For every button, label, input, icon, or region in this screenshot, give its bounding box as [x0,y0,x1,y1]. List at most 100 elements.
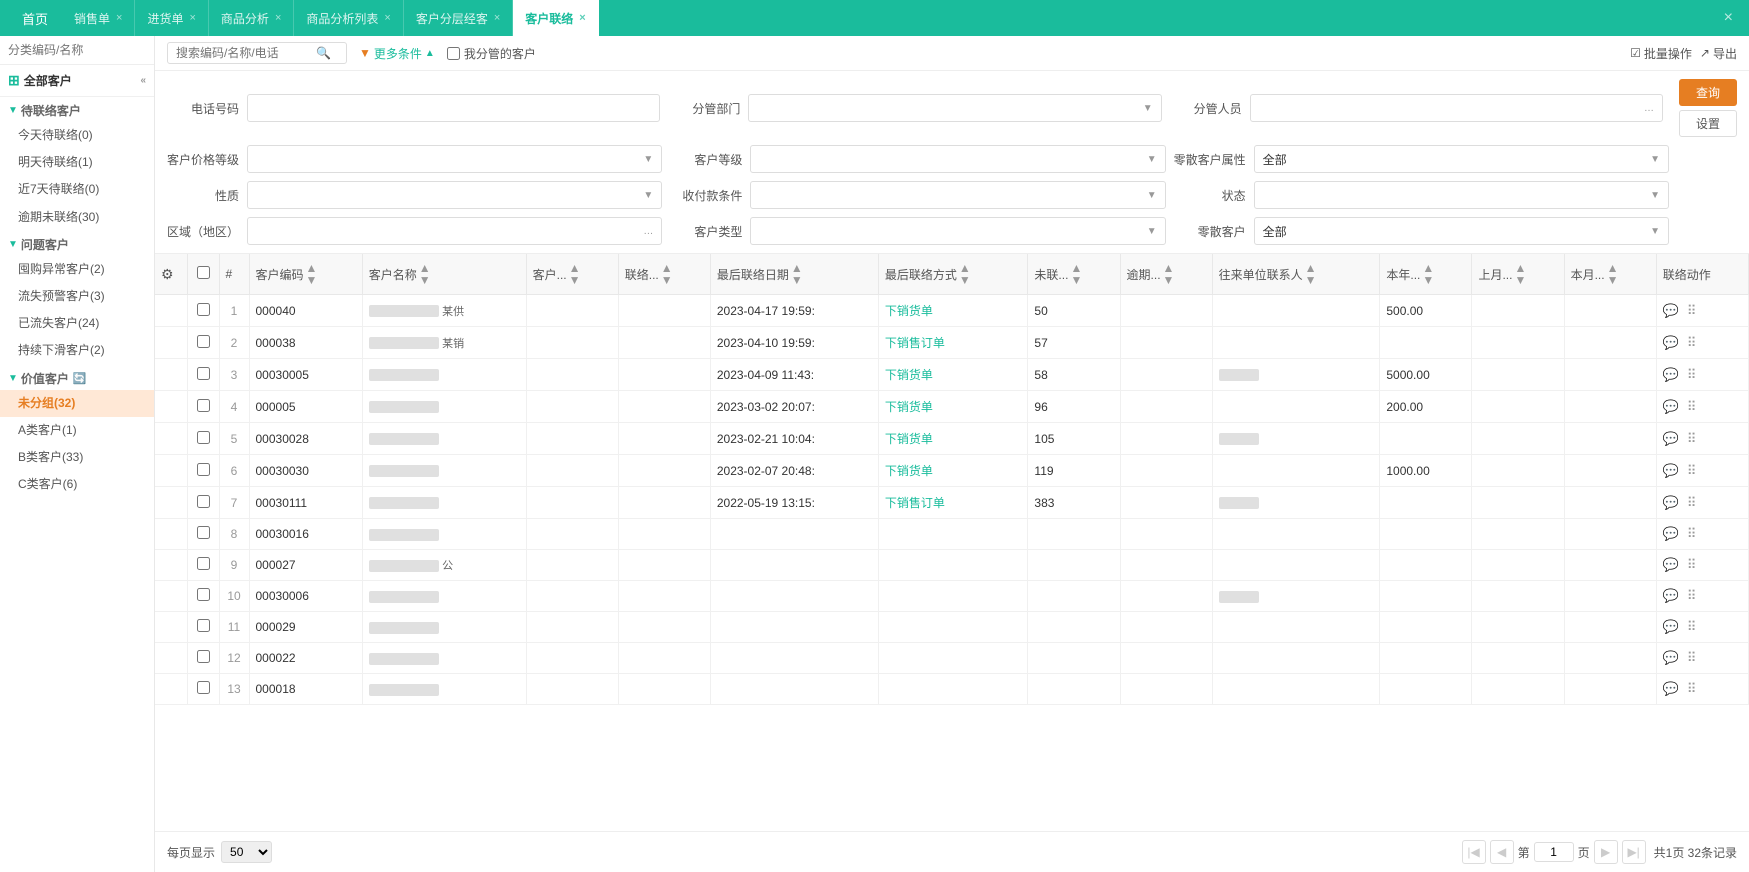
payment-select[interactable]: ▼ [750,181,1165,209]
phone-input[interactable] [247,94,660,122]
close-customer-tier-tab[interactable]: × [494,12,500,24]
action-chat-icon[interactable]: 💬 [1663,681,1679,697]
row-checkbox[interactable] [197,557,210,570]
action-chat-icon[interactable]: 💬 [1663,463,1679,479]
action-more-icon[interactable]: ⠿ [1687,681,1697,697]
action-chat-icon[interactable]: 💬 [1663,526,1679,542]
pending-contact-section[interactable]: ▼ 待联络客户 [0,97,154,122]
sidebar-item-churned[interactable]: 已流失客户(24) [0,310,154,337]
query-button[interactable]: 查询 [1679,79,1737,106]
th-unit-contact[interactable]: 往来单位联系人 ▲▼ [1212,254,1380,295]
sidebar-item-7days[interactable]: 近7天待联络(0) [0,176,154,203]
retail-attr-select[interactable]: 全部 ▼ [1254,145,1669,173]
contact-way-link[interactable]: 下销售订单 [885,336,945,350]
close-product-analysis-tab[interactable]: × [275,12,281,24]
close-product-analysis-list-tab[interactable]: × [384,12,390,24]
row-checkbox[interactable] [197,619,210,632]
action-more-icon[interactable]: ⠿ [1687,367,1697,383]
action-more-icon[interactable]: ⠿ [1687,526,1697,542]
region-select[interactable]: … [247,217,662,245]
th-code[interactable]: 客户编码 ▲▼ [249,254,362,295]
contact-way-link[interactable]: 下销售订单 [885,496,945,510]
more-conditions-btn[interactable]: ▼ 更多条件 ▲ [359,45,435,62]
row-checkbox[interactable] [197,399,210,412]
sidebar-item-ungroup[interactable]: 未分组(32) [0,390,154,417]
contact-way-link[interactable]: 下销货单 [885,368,933,382]
sidebar-item-today[interactable]: 今天待联络(0) [0,122,154,149]
reset-button[interactable]: 设置 [1679,110,1737,137]
row-checkbox[interactable] [197,495,210,508]
sidebar-item-declining[interactable]: 持续下滑客户(2) [0,337,154,364]
row-checkbox[interactable] [197,303,210,316]
action-chat-icon[interactable]: 💬 [1663,619,1679,635]
settings-icon[interactable]: ⚙ [161,266,174,282]
row-checkbox[interactable] [197,588,210,601]
action-more-icon[interactable]: ⠿ [1687,335,1697,351]
customer-grade-select[interactable]: ▼ [750,145,1165,173]
th-this-year[interactable]: 本年... ▲▼ [1380,254,1472,295]
action-more-icon[interactable]: ⠿ [1687,557,1697,573]
action-more-icon[interactable]: ⠿ [1687,431,1697,447]
search-input[interactable] [176,46,316,60]
row-checkbox[interactable] [197,463,210,476]
row-checkbox[interactable] [197,431,210,444]
search-icon[interactable]: 🔍 [316,46,331,60]
close-purchase-tab[interactable]: × [189,12,195,24]
tab-customer-contact[interactable]: 客户联络 × [513,0,598,36]
th-overdue[interactable]: 逾期... ▲▼ [1120,254,1212,295]
export-btn[interactable]: ↗ 导出 [1700,45,1737,62]
all-customers-header[interactable]: ⊞ 全部客户 « [0,65,154,97]
action-more-icon[interactable]: ⠿ [1687,303,1697,319]
problem-customers-section[interactable]: ▼ 问题客户 [0,231,154,256]
th-type[interactable]: 客户... ▲▼ [526,254,618,295]
action-chat-icon[interactable]: 💬 [1663,335,1679,351]
row-checkbox[interactable] [197,526,210,539]
action-more-icon[interactable]: ⠿ [1687,495,1697,511]
tab-product-analysis[interactable]: 商品分析 × [209,0,294,36]
sidebar-item-churn-warning[interactable]: 流失预警客户(3) [0,283,154,310]
contact-way-link[interactable]: 下销货单 [885,304,933,318]
sidebar-item-classC[interactable]: C类客户(6) [0,471,154,498]
action-more-icon[interactable]: ⠿ [1687,619,1697,635]
row-checkbox[interactable] [197,650,210,663]
status-select[interactable]: ▼ [1254,181,1669,209]
tab-sales[interactable]: 销售单 × [62,0,135,36]
close-sales-tab[interactable]: × [116,12,122,24]
sidebar-item-overdue[interactable]: 逾期未联络(30) [0,204,154,231]
action-more-icon[interactable]: ⠿ [1687,463,1697,479]
th-this-month[interactable]: 本月... ▲▼ [1564,254,1656,295]
action-more-icon[interactable]: ⠿ [1687,399,1697,415]
price-grade-select[interactable]: ▼ [247,145,662,173]
my-customers-checkbox[interactable]: 我分管的客户 [447,45,536,62]
select-all-checkbox[interactable] [197,266,210,279]
next-page-btn[interactable]: ▶ [1594,840,1618,864]
action-more-icon[interactable]: ⠿ [1687,588,1697,604]
close-all-tabs[interactable]: × [1716,9,1741,27]
th-name[interactable]: 客户名称 ▲▼ [362,254,526,295]
sidebar-item-abnormal[interactable]: 囤购异常客户(2) [0,256,154,283]
th-contact[interactable]: 联络... ▲▼ [618,254,710,295]
action-chat-icon[interactable]: 💬 [1663,557,1679,573]
contact-way-link[interactable]: 下销货单 [885,464,933,478]
first-page-btn[interactable]: |◀ [1462,840,1486,864]
value-customers-section[interactable]: ▼ 价值客户 🔄 [0,365,154,390]
action-chat-icon[interactable]: 💬 [1663,495,1679,511]
action-chat-icon[interactable]: 💬 [1663,431,1679,447]
tab-purchase[interactable]: 进货单 × [135,0,208,36]
customer-type-select[interactable]: ▼ [750,217,1165,245]
dept-select[interactable]: ▼ [748,94,1161,122]
action-chat-icon[interactable]: 💬 [1663,588,1679,604]
row-checkbox[interactable] [197,367,210,380]
th-last-month[interactable]: 上月... ▲▼ [1472,254,1564,295]
sidebar-item-classB[interactable]: B类客户(33) [0,444,154,471]
close-customer-contact-tab[interactable]: × [579,12,585,24]
row-checkbox[interactable] [197,681,210,694]
manager-select[interactable]: … [1250,94,1663,122]
category-search-input[interactable] [8,43,155,57]
action-chat-icon[interactable]: 💬 [1663,650,1679,666]
batch-op-btn[interactable]: ☑ 批量操作 [1630,45,1692,62]
action-chat-icon[interactable]: 💬 [1663,303,1679,319]
contact-way-link[interactable]: 下销货单 [885,400,933,414]
sidebar-item-tomorrow[interactable]: 明天待联络(1) [0,149,154,176]
action-chat-icon[interactable]: 💬 [1663,367,1679,383]
